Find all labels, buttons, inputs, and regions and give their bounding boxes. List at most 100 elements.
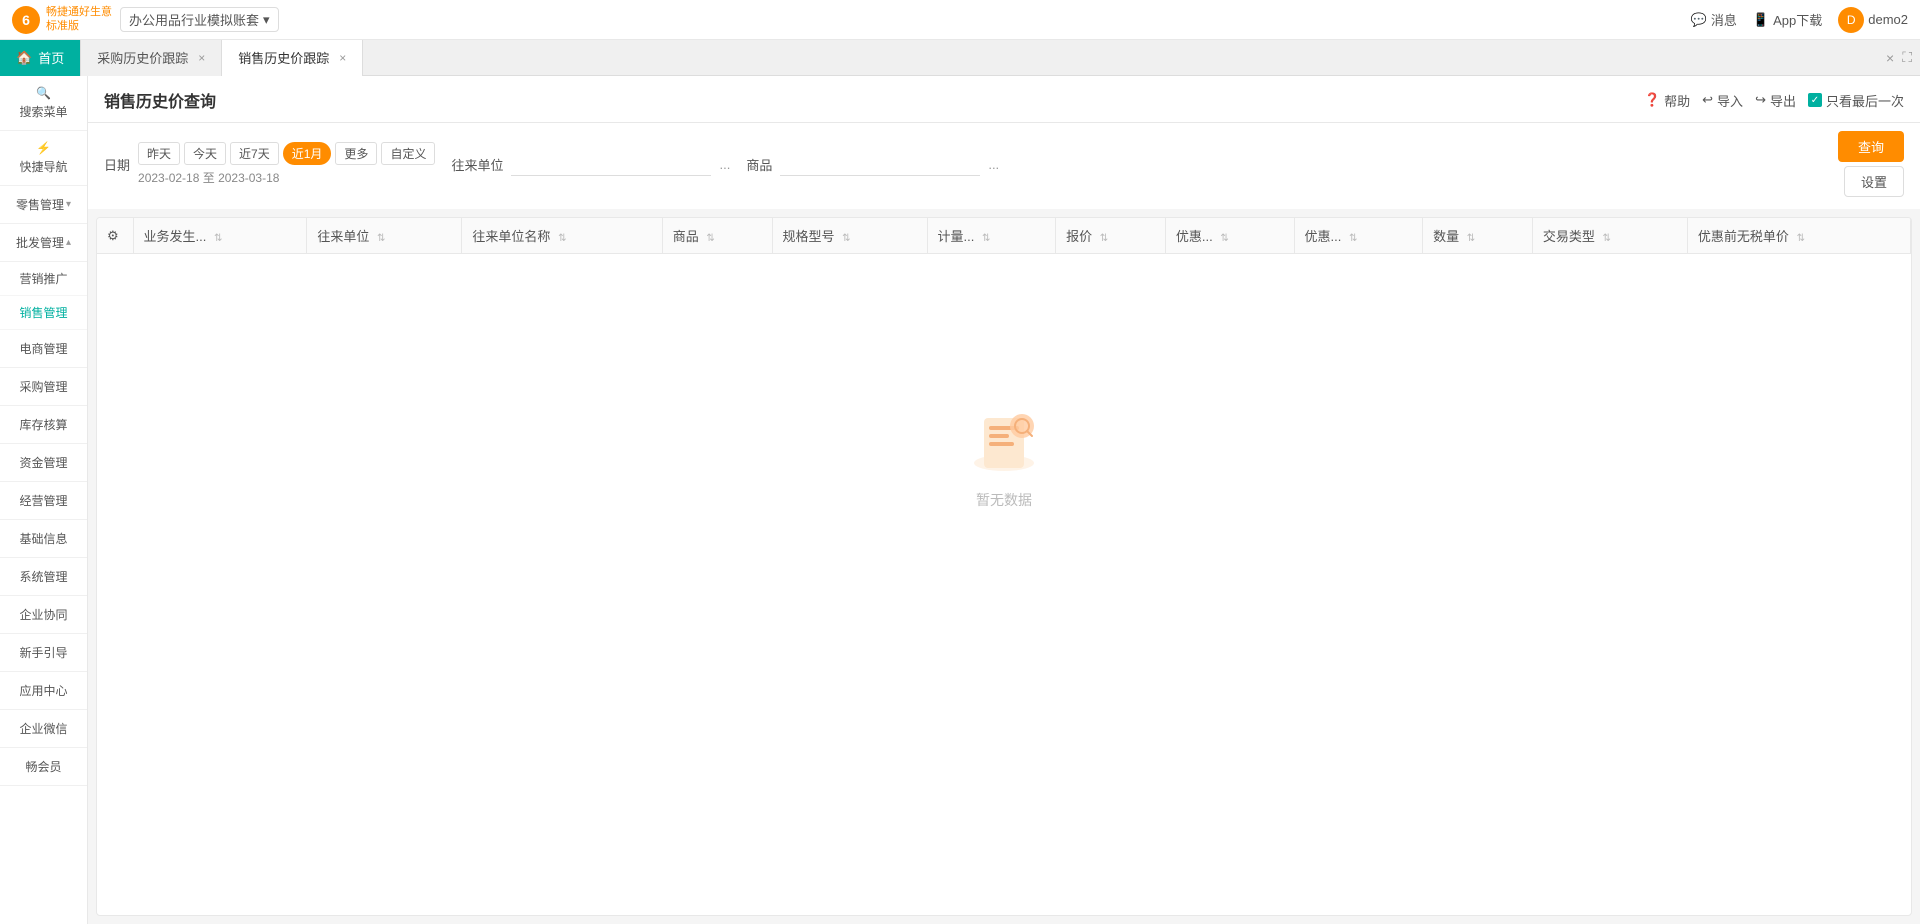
user-menu[interactable]: D demo2 (1838, 7, 1908, 33)
sidebar-item-marketing[interactable]: 营销推广 (0, 262, 87, 296)
tab-bar: 🏠 首页 采购历史价跟踪 × 销售历史价跟踪 × × ⛶ (0, 40, 1920, 76)
date-1month-btn[interactable]: 近1月 (283, 142, 332, 165)
col-quote[interactable]: 报价 ⇅ (1056, 218, 1166, 254)
help-icon: ❓ (1644, 92, 1660, 108)
home-icon: 🏠 (16, 50, 32, 66)
partner-filter-group: 往来单位 ... (451, 152, 730, 176)
sidebar-item-member[interactable]: 畅会员 (0, 748, 87, 786)
col-spec[interactable]: 规格型号 ⇅ (772, 218, 927, 254)
sidebar-item-newcomer[interactable]: 新手引导 (0, 634, 87, 672)
query-button[interactable]: 查询 (1838, 131, 1904, 162)
sidebar: 🔍 搜索菜单 ⚡ 快捷导航 零售管理 ▾ 批发管理 ▴ 营销推广 销售管理 电商… (0, 76, 88, 924)
page-header: 销售历史价查询 ❓ 帮助 ↩ 导入 ↪ 导出 ✓ (88, 76, 1920, 123)
sidebar-item-inventory[interactable]: 库存核算 (0, 406, 87, 444)
date-custom-btn[interactable]: 自定义 (381, 142, 435, 165)
sidebar-item-enterprise-wechat[interactable]: 企业微信 (0, 710, 87, 748)
sidebar-item-purchase[interactable]: 采购管理 (0, 368, 87, 406)
message-btn[interactable]: 💬 消息 (1691, 10, 1737, 29)
col-discount1[interactable]: 优惠... ⇅ (1165, 218, 1294, 254)
product-dots[interactable]: ... (988, 157, 999, 172)
sort-icon: ⇅ (377, 233, 385, 244)
col-qty[interactable]: 数量 ⇅ (1423, 218, 1533, 254)
chevron-down-icon: ▾ (263, 12, 270, 28)
sidebar-item-app-center[interactable]: 应用中心 (0, 672, 87, 710)
date-filters: 昨天 今天 近7天 近1月 更多 自定义 2023-02-18 至 2023-0… (138, 142, 435, 186)
partner-dots[interactable]: ... (719, 157, 730, 172)
partner-input[interactable] (511, 152, 711, 176)
empty-text: 暂无数据 (976, 490, 1032, 510)
import-btn[interactable]: ↩ 导入 (1702, 91, 1743, 110)
product-label: 商品 (746, 155, 772, 174)
filter-bar: 日期 昨天 今天 近7天 近1月 更多 自定义 2023-02-18 至 202… (88, 123, 1920, 209)
close-tab-purchase[interactable]: × (198, 51, 205, 65)
sidebar-item-search-menu[interactable]: 🔍 搜索菜单 (0, 76, 87, 131)
fullscreen-btn[interactable]: ⛶ (1902, 49, 1912, 66)
date-range-text: 2023-02-18 至 2023-03-18 (138, 169, 279, 186)
sort-icon: ⇅ (214, 233, 222, 244)
checkbox-checked-icon: ✓ (1808, 93, 1822, 107)
page-actions: ❓ 帮助 ↩ 导入 ↪ 导出 ✓ 只看最后一次 (1644, 91, 1904, 110)
col-partner-name[interactable]: 往来单位名称 ⇅ (462, 218, 662, 254)
close-all-tabs-btn[interactable]: × (1886, 50, 1894, 66)
nav-icon: ⚡ (36, 141, 51, 155)
settings-icon[interactable]: ⚙ (107, 228, 119, 243)
sidebar-item-sales-mgmt[interactable]: 销售管理 (0, 296, 87, 330)
col-discount2[interactable]: 优惠... ⇅ (1294, 218, 1423, 254)
chevron-down-icon: ▾ (66, 199, 71, 210)
only-last-checkbox-label[interactable]: ✓ 只看最后一次 (1808, 91, 1904, 110)
sidebar-item-operations[interactable]: 经营管理 (0, 482, 87, 520)
close-tab-sales[interactable]: × (339, 51, 346, 65)
sidebar-item-wholesale[interactable]: 批发管理 ▴ (0, 224, 87, 262)
settings-button[interactable]: 设置 (1844, 166, 1904, 197)
sidebar-item-retail[interactable]: 零售管理 ▾ (0, 186, 87, 224)
empty-illustration (964, 398, 1044, 478)
app-icon: 📱 (1753, 12, 1769, 28)
col-partner-code[interactable]: 往来单位 ⇅ (307, 218, 462, 254)
tab-home[interactable]: 🏠 首页 (0, 40, 81, 76)
sidebar-item-basic-info[interactable]: 基础信息 (0, 520, 87, 558)
export-btn[interactable]: ↪ 导出 (1755, 91, 1796, 110)
col-trade-type[interactable]: 交易类型 ⇅ (1532, 218, 1687, 254)
col-product[interactable]: 商品 ⇅ (662, 218, 772, 254)
col-biz-date[interactable]: 业务发生... ⇅ (133, 218, 307, 254)
col-pre-tax-price[interactable]: 优惠前无税单价 ⇅ (1687, 218, 1910, 254)
data-table: ⚙ 业务发生... ⇅ 往来单位 ⇅ 往来单位名称 ⇅ (97, 218, 1911, 254)
date-7days-btn[interactable]: 近7天 (230, 142, 279, 165)
sort-icon: ⇅ (706, 233, 714, 244)
table-container: ⚙ 业务发生... ⇅ 往来单位 ⇅ 往来单位名称 ⇅ (96, 217, 1912, 916)
table-header: ⚙ 业务发生... ⇅ 往来单位 ⇅ 往来单位名称 ⇅ (97, 218, 1911, 254)
tab-sales-history[interactable]: 销售历史价跟踪 × (222, 40, 363, 76)
sidebar-item-system[interactable]: 系统管理 (0, 558, 87, 596)
app-download-btn[interactable]: 📱 App下载 (1753, 10, 1822, 29)
sort-icon: ⇅ (558, 233, 566, 244)
user-avatar: D (1838, 7, 1864, 33)
help-btn[interactable]: ❓ 帮助 (1644, 91, 1690, 110)
filter-right: 查询 设置 (1838, 131, 1904, 197)
sort-icon: ⇅ (1349, 233, 1357, 244)
page-title-row: 销售历史价查询 ❓ 帮助 ↩ 导入 ↪ 导出 ✓ (104, 88, 1904, 112)
import-icon: ↩ (1702, 92, 1713, 108)
sort-icon: ⇅ (1797, 233, 1805, 244)
product-filter-group: 商品 ... (746, 152, 999, 176)
date-more-btn[interactable]: 更多 (335, 142, 377, 165)
company-selector[interactable]: 办公用品行业模拟账套 ▾ (120, 7, 279, 32)
sidebar-item-enterprise[interactable]: 企业协同 (0, 596, 87, 634)
date-label: 日期 (104, 155, 130, 174)
empty-state: 暂无数据 (97, 254, 1911, 654)
col-settings[interactable]: ⚙ (97, 218, 133, 254)
logo-area: 6 畅捷通好生意 标准版 (12, 6, 112, 34)
search-icon: 🔍 (36, 86, 51, 100)
sidebar-item-finance[interactable]: 资金管理 (0, 444, 87, 482)
col-unit[interactable]: 计量... ⇅ (927, 218, 1056, 254)
date-today-btn[interactable]: 今天 (184, 142, 226, 165)
tab-purchase-history[interactable]: 采购历史价跟踪 × (81, 40, 222, 76)
top-bar-right: 💬 消息 📱 App下载 D demo2 (1691, 7, 1908, 33)
sidebar-item-quick-nav[interactable]: ⚡ 快捷导航 (0, 131, 87, 186)
sidebar-item-ecommerce[interactable]: 电商管理 (0, 330, 87, 368)
sort-icon: ⇅ (1603, 233, 1611, 244)
product-input[interactable] (780, 152, 980, 176)
message-icon: 💬 (1691, 12, 1707, 28)
sort-icon: ⇅ (982, 233, 990, 244)
date-yesterday-btn[interactable]: 昨天 (138, 142, 180, 165)
logo-icon: 6 (12, 6, 40, 34)
